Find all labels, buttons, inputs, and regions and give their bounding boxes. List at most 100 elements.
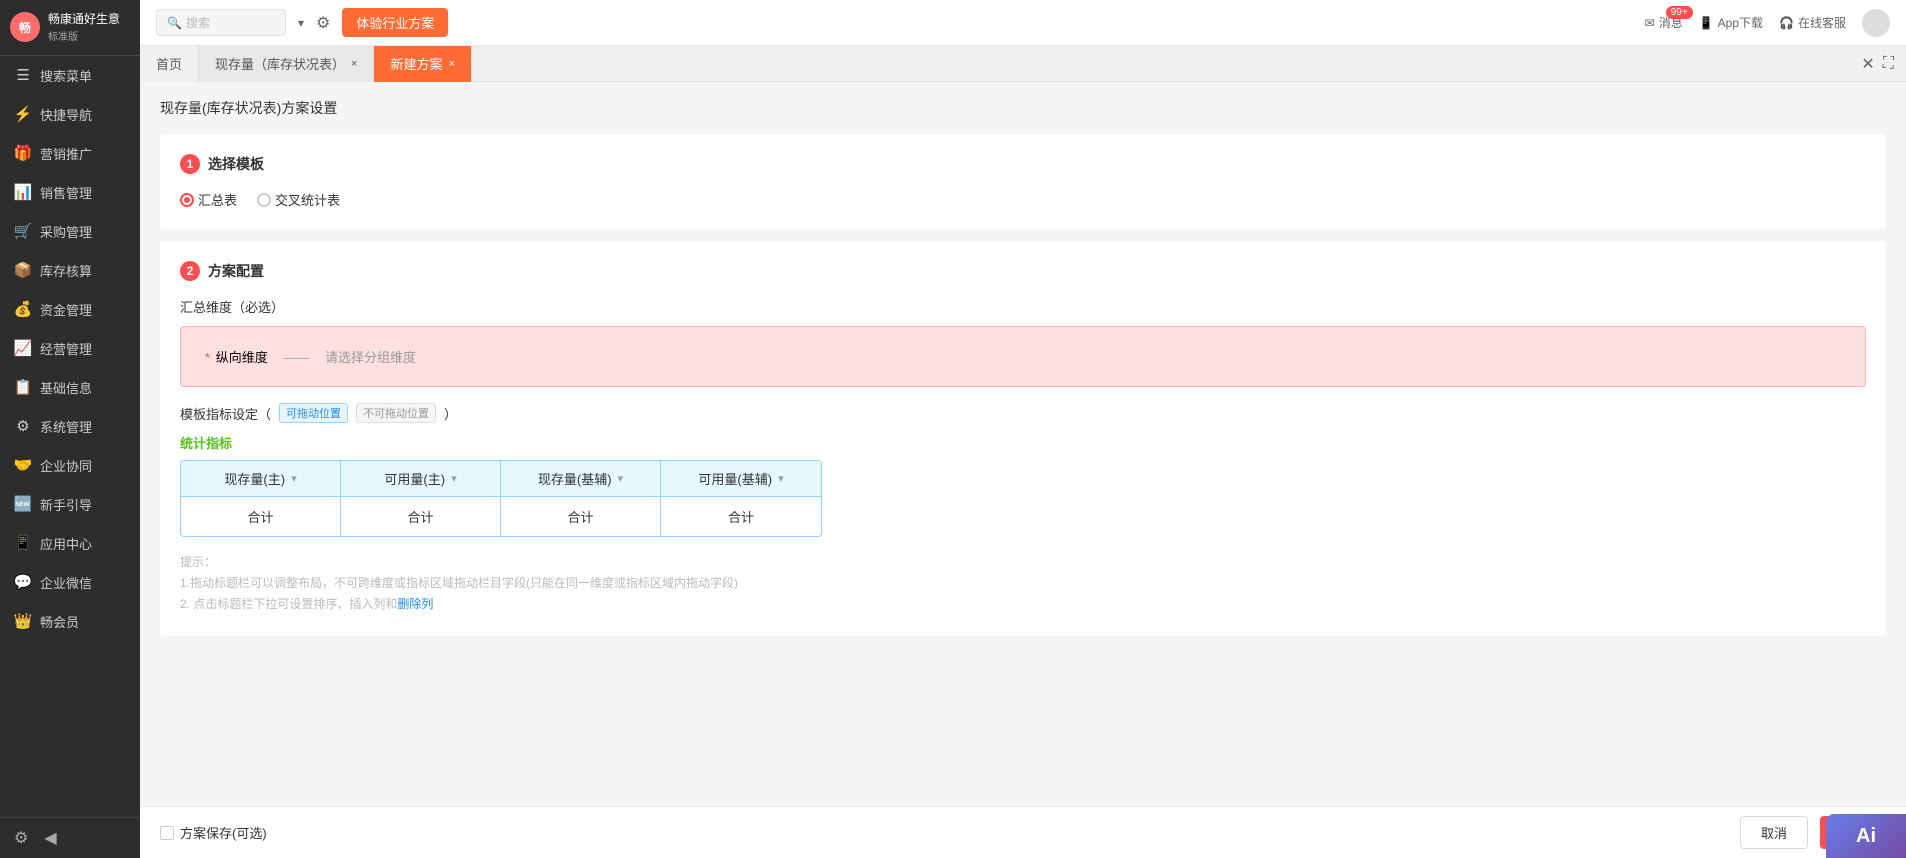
indicator-col-header-label-0[interactable]: 现存量(主) ▾ [181,461,340,497]
radio-summary-label: 汇总表 [198,190,237,209]
close-panel-icon[interactable]: ✕ [1861,54,1874,74]
tip-2: 2. 点击标题栏下拉可设置排序、插入列和删除列 [180,595,1866,612]
section-config-num: 2 [180,261,200,281]
sidebar-icon-11: 🆕 [14,495,32,513]
collapse-icon[interactable]: ◀ [44,828,56,848]
sidebar-label-13: 企业微信 [40,573,92,592]
indicator-table-body: 合计合计合计合计 [181,497,821,536]
sidebar-label-7: 经营管理 [40,339,92,358]
app-edition: 标准版 [48,28,120,43]
app-logo-icon: 畅 [10,12,40,42]
app-download-button[interactable]: 📱 App下载 [1699,14,1763,31]
section-template-header: 1 选择模板 [180,154,1866,174]
indicator-label-close: ） [444,404,457,423]
cancel-button[interactable]: 取消 [1740,816,1808,849]
stats-label: 统计指标 [180,433,1866,452]
sidebar-icon-1: ⚡ [14,105,32,123]
dim-config-box: * 纵向维度 —— 请选择分组维度 [180,326,1866,387]
page-title: 现存量(库存状况表)方案设置 [160,98,1886,118]
dim-placeholder[interactable]: 请选择分组维度 [325,350,416,365]
trial-button[interactable]: 体验行业方案 [342,8,448,37]
radio-cross-label: 交叉统计表 [275,190,340,209]
section-config: 2 方案配置 汇总维度（必选） * 纵向维度 —— 请选择分组维度 模板指标设定… [160,241,1886,636]
drag-badge: 可拖动位置 [279,403,348,423]
sidebar-icon-7: 📈 [14,339,32,357]
topbar-settings-icon[interactable]: ⚙ [316,13,330,33]
tab-new-plan-close[interactable]: × [448,58,454,70]
sidebar-item-6[interactable]: 💰 资金管理 [0,290,140,329]
tab-new-plan-label: 新建方案 [390,54,442,73]
sidebar-item-1[interactable]: ⚡ 快捷导航 [0,95,140,134]
indicator-col-header-3[interactable]: 可用量(基辅) ▾ [661,461,821,497]
section-template: 1 选择模板 汇总表 交叉统计表 [160,134,1886,229]
sidebar-item-13[interactable]: 💬 企业微信 [0,563,140,602]
service-button[interactable]: 🎧 在线客服 [1779,14,1846,31]
sidebar-item-8[interactable]: 📋 基础信息 [0,368,140,407]
save-checkbox[interactable] [160,826,174,840]
chevron-down-icon-2: ▾ [618,472,624,485]
sidebar-item-14[interactable]: 👑 畅会员 [0,602,140,641]
tab-home[interactable]: 首页 [140,46,199,82]
section-config-header: 2 方案配置 [180,261,1866,281]
indicator-col-body-2: 合计 [501,497,661,536]
tab-new-plan[interactable]: 新建方案 × [374,46,471,82]
sidebar-item-0[interactable]: ☰ 搜索菜单 [0,56,140,95]
save-label: 方案保存(可选) [180,823,267,842]
message-button[interactable]: ✉ 消息 99+ [1645,14,1683,31]
section-template-num: 1 [180,154,200,174]
indicator-col-header-label-2[interactable]: 现存量(基辅) ▾ [501,461,660,497]
indicator-col-header-0[interactable]: 现存量(主) ▾ [181,461,341,497]
sidebar-icon-2: 🎁 [14,144,32,162]
message-badge: 99+ [1666,6,1693,19]
user-avatar[interactable] [1862,9,1890,37]
indicator-col-header-1[interactable]: 可用量(主) ▾ [341,461,501,497]
search-box[interactable]: 🔍 搜索 [156,9,286,36]
message-icon: ✉ [1645,16,1655,30]
tabbar-actions: ✕ ⛶ [1861,54,1906,74]
radio-summary-table[interactable]: 汇总表 [180,190,237,209]
summary-dim-label: 汇总维度（必选） [180,297,1866,316]
sidebar-item-12[interactable]: 📱 应用中心 [0,524,140,563]
tabbar: 首页 现存量（库存状况表） × 新建方案 × ✕ ⛶ [140,46,1906,82]
sidebar-label-10: 企业协同 [40,456,92,475]
sidebar-item-11[interactable]: 🆕 新手引导 [0,485,140,524]
tip-1: 1.拖动标题栏可以调整布局，不可跨维度或指标区域拖动栏目字段(只能在同一维度或指… [180,574,1866,591]
app-download-label: App下载 [1718,14,1763,31]
sidebar-label-11: 新手引导 [40,495,92,514]
indicator-col-header-label-3[interactable]: 可用量(基辅) ▾ [661,461,821,497]
ai-badge[interactable]: Ai [1826,814,1906,858]
sidebar-item-3[interactable]: 📊 销售管理 [0,173,140,212]
sidebar-item-2[interactable]: 🎁 营销推广 [0,134,140,173]
service-label: 在线客服 [1798,14,1846,31]
settings-icon[interactable]: ⚙ [14,828,28,848]
sidebar-label-0: 搜索菜单 [40,66,92,85]
indicator-col-header-2[interactable]: 现存量(基辅) ▾ [501,461,661,497]
sidebar-icon-6: 💰 [14,300,32,318]
sidebar-label-2: 营销推广 [40,144,92,163]
indicator-col-value-2: 合计 [501,497,660,536]
search-placeholder: 搜索 [186,14,210,31]
sidebar-item-7[interactable]: 📈 经营管理 [0,329,140,368]
save-option[interactable]: 方案保存(可选) [160,823,267,842]
radio-cross-table[interactable]: 交叉统计表 [257,190,340,209]
indicator-col-body-0: 合计 [181,497,341,536]
sidebar-icon-4: 🛒 [14,222,32,240]
section-config-title: 方案配置 [208,261,264,281]
sidebar-icon-12: 📱 [14,534,32,552]
sidebar-icon-9: ⚙ [14,417,32,435]
topbar-dropdown[interactable]: ▾ [298,16,304,30]
indicator-col-value-0: 合计 [181,497,340,536]
radio-summary-dot [180,193,194,207]
sidebar-item-9[interactable]: ⚙ 系统管理 [0,407,140,446]
sidebar-item-10[interactable]: 🤝 企业协同 [0,446,140,485]
indicator-col-value-1: 合计 [341,497,500,536]
tab-inventory[interactable]: 现存量（库存状况表） × [199,46,374,82]
tab-inventory-close[interactable]: × [351,58,357,70]
sidebar-nav: ☰ 搜索菜单 ⚡ 快捷导航 🎁 营销推广 📊 销售管理 🛒 采购管理 📦 库存核… [0,56,140,817]
sidebar-item-5[interactable]: 📦 库存核算 [0,251,140,290]
sidebar-item-4[interactable]: 🛒 采购管理 [0,212,140,251]
app-download-icon: 📱 [1699,16,1714,30]
indicator-col-header-label-1[interactable]: 可用量(主) ▾ [341,461,500,497]
expand-icon[interactable]: ⛶ [1883,55,1894,73]
no-drag-badge: 不可拖动位置 [356,403,436,423]
